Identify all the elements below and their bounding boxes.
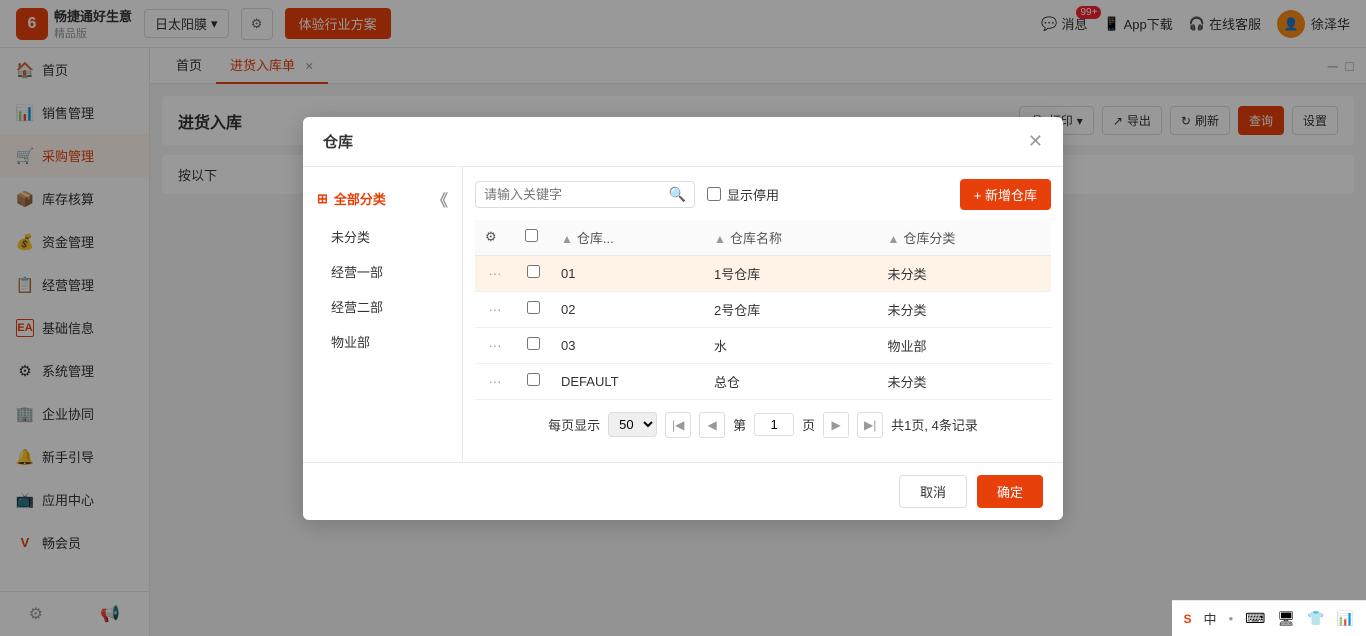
row-code: 01 xyxy=(551,255,704,291)
row-checkbox[interactable] xyxy=(527,301,540,314)
row-check xyxy=(515,327,551,363)
dot-icon: • xyxy=(1229,611,1234,626)
chinese-icon: 中 xyxy=(1204,609,1217,628)
cancel-button[interactable]: 取消 xyxy=(899,475,967,508)
row-check xyxy=(515,363,551,399)
row-checkbox[interactable] xyxy=(527,337,540,350)
row-gear: ··· xyxy=(475,363,515,399)
category-panel: ⊞ 全部分类 《 未分类 经营一部 经营二部 物业部 xyxy=(303,167,463,462)
row-category: 未分类 xyxy=(878,291,1051,327)
th-settings: ⚙ xyxy=(475,220,515,256)
table-container: ⚙ ▲仓库... ▲仓库名称 ▲仓库分类 ··· 01 1号仓库 未分类 ·· xyxy=(475,220,1051,400)
search-icon[interactable]: 🔍 xyxy=(669,186,686,203)
page-number-input[interactable] xyxy=(754,413,794,436)
modal-footer: 取消 确定 xyxy=(303,462,1063,520)
table-row: ··· 03 水 物业部 xyxy=(475,327,1051,363)
row-name: 水 xyxy=(704,327,877,363)
table-panel: 🔍 显示停用 + 新增仓库 ⚙ xyxy=(463,167,1063,462)
modal-title: 仓库 xyxy=(323,131,353,152)
chart-icon[interactable]: 📊 xyxy=(1337,610,1354,627)
table-row: ··· DEFAULT 总仓 未分类 xyxy=(475,363,1051,399)
search-input[interactable] xyxy=(484,187,663,202)
total-info: 共1页, 4条记录 xyxy=(891,415,978,434)
monitor-icon[interactable]: 🖥 xyxy=(1277,610,1295,627)
row-menu-icon: ··· xyxy=(489,338,502,353)
modal-close-button[interactable]: ✕ xyxy=(1028,131,1043,152)
row-gear: ··· xyxy=(475,327,515,363)
table-row: ··· 01 1号仓库 未分类 xyxy=(475,255,1051,291)
row-category: 未分类 xyxy=(878,255,1051,291)
category-item-property[interactable]: 物业部 xyxy=(303,324,462,359)
row-category: 物业部 xyxy=(878,327,1051,363)
table-toolbar: 🔍 显示停用 + 新增仓库 xyxy=(475,179,1051,210)
row-name: 1号仓库 xyxy=(704,255,877,291)
row-name: 总仓 xyxy=(704,363,877,399)
keyboard-icon[interactable]: ⌨ xyxy=(1245,610,1265,627)
row-code: 02 xyxy=(551,291,704,327)
page-first-button[interactable]: |◀ xyxy=(665,412,691,438)
page-size-select[interactable]: 50 xyxy=(608,412,657,437)
row-menu-icon: ··· xyxy=(489,302,502,317)
select-all-checkbox[interactable] xyxy=(525,229,538,242)
bottom-bar: S 中 • ⌨ 🖥 👕 📊 xyxy=(1172,600,1366,636)
show-disabled-checkbox[interactable] xyxy=(707,187,721,201)
category-all-header[interactable]: ⊞ 全部分类 《 xyxy=(303,179,462,219)
add-warehouse-button[interactable]: + 新增仓库 xyxy=(960,179,1051,210)
warehouse-modal: 仓库 ✕ ⊞ 全部分类 《 未分类 经营一部 经营二部 物业部 xyxy=(303,117,1063,520)
table-header: ⚙ ▲仓库... ▲仓库名称 ▲仓库分类 xyxy=(475,220,1051,256)
page-prev-button[interactable]: ◀ xyxy=(699,412,725,438)
row-checkbox[interactable] xyxy=(527,373,540,386)
modal-body: ⊞ 全部分类 《 未分类 经营一部 经营二部 物业部 🔍 xyxy=(303,167,1063,462)
show-disabled-area: 显示停用 xyxy=(707,185,779,204)
warehouse-table: ⚙ ▲仓库... ▲仓库名称 ▲仓库分类 ··· 01 1号仓库 未分类 ·· xyxy=(475,220,1051,400)
row-category: 未分类 xyxy=(878,363,1051,399)
th-category: ▲仓库分类 xyxy=(878,220,1051,256)
category-item-dept1[interactable]: 经营一部 xyxy=(303,254,462,289)
collapse-icon[interactable]: 《 xyxy=(432,187,448,211)
category-item-dept2[interactable]: 经营二部 xyxy=(303,289,462,324)
page-next-button[interactable]: ▶ xyxy=(823,412,849,438)
table-row: ··· 02 2号仓库 未分类 xyxy=(475,291,1051,327)
brand-logo-bottom: S xyxy=(1184,612,1192,626)
th-code: ▲仓库... xyxy=(551,220,704,256)
row-name: 2号仓库 xyxy=(704,291,877,327)
toolbar-left: 🔍 显示停用 xyxy=(475,181,779,208)
th-name: ▲仓库名称 xyxy=(704,220,877,256)
row-check xyxy=(515,291,551,327)
shirt-icon[interactable]: 👕 xyxy=(1307,610,1324,627)
row-menu-icon: ··· xyxy=(489,266,502,281)
modal-header: 仓库 ✕ xyxy=(303,117,1063,167)
grid-icon: ⊞ xyxy=(317,191,328,207)
row-menu-icon: ··· xyxy=(489,374,502,389)
table-body: ··· 01 1号仓库 未分类 ··· 02 2号仓库 未分类 ··· 03 水… xyxy=(475,255,1051,399)
modal-overlay[interactable]: 仓库 ✕ ⊞ 全部分类 《 未分类 经营一部 经营二部 物业部 xyxy=(0,0,1366,636)
row-code: DEFAULT xyxy=(551,363,704,399)
row-gear: ··· xyxy=(475,255,515,291)
row-check xyxy=(515,255,551,291)
category-item-unclassified[interactable]: 未分类 xyxy=(303,219,462,254)
page-last-button[interactable]: ▶| xyxy=(857,412,883,438)
gear-icon: ⚙ xyxy=(485,229,497,244)
row-checkbox[interactable] xyxy=(527,265,540,278)
th-check xyxy=(515,220,551,256)
confirm-button[interactable]: 确定 xyxy=(977,475,1043,508)
row-gear: ··· xyxy=(475,291,515,327)
table-header-row: ⚙ ▲仓库... ▲仓库名称 ▲仓库分类 xyxy=(475,220,1051,256)
pagination: 每页显示 50 |◀ ◀ 第 页 ▶ ▶| 共1页, 4条记录 xyxy=(475,400,1051,450)
search-box: 🔍 xyxy=(475,181,695,208)
row-code: 03 xyxy=(551,327,704,363)
